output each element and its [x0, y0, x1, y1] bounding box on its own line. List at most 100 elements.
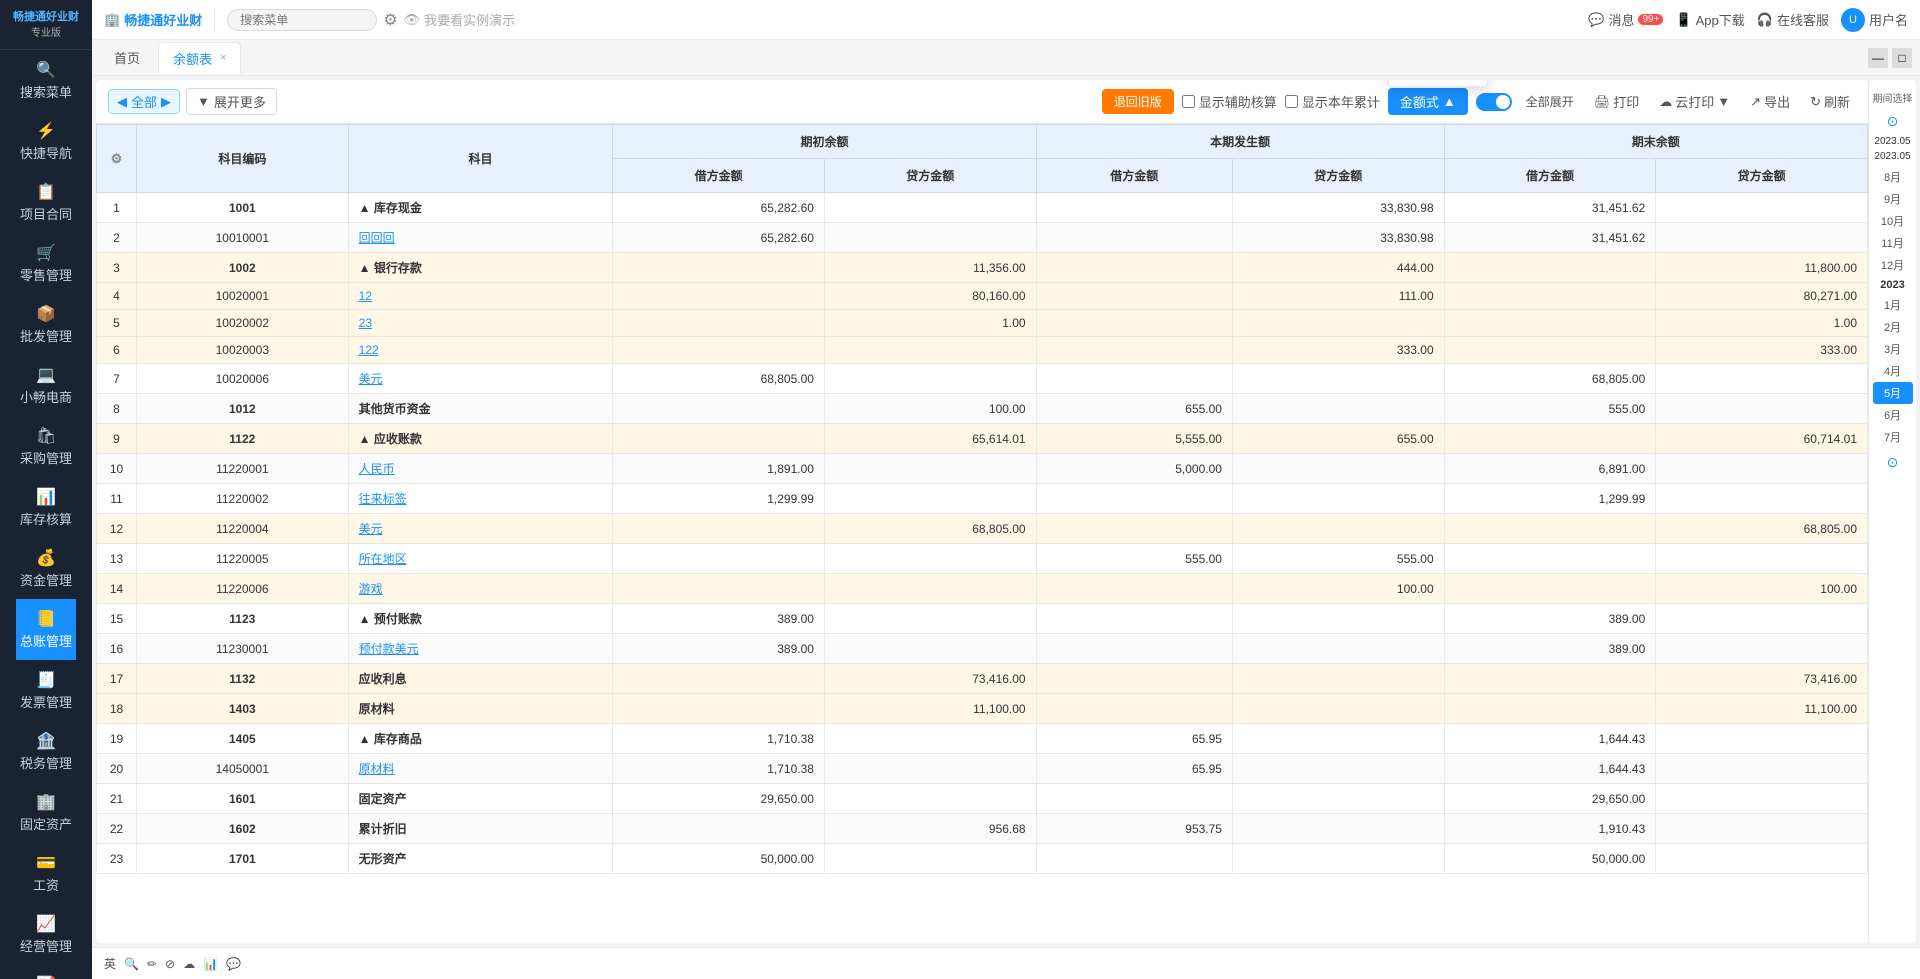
tab-home[interactable]: 首页 — [100, 42, 154, 73]
row-oc — [824, 337, 1036, 364]
bottom-chart[interactable]: 📊 — [203, 957, 218, 971]
row-pd — [1036, 514, 1232, 544]
row-num: 3 — [97, 253, 137, 283]
show-auxiliary-checkbox[interactable]: 显示辅助核算 — [1182, 92, 1277, 111]
minimize-button[interactable]: — — [1868, 48, 1888, 68]
table-row: 4100200011280,160.00111.0080,271.00 — [97, 283, 1868, 310]
row-name[interactable]: 往来标签 — [348, 484, 613, 514]
period-month-3[interactable]: 3月 — [1873, 338, 1913, 360]
period-month-6[interactable]: 6月 — [1873, 404, 1913, 426]
print-btn[interactable]: 🖨 打印 — [1588, 88, 1646, 115]
expand-all-label[interactable]: 全部展开 — [1520, 89, 1580, 114]
row-name[interactable]: 原材料 — [348, 754, 613, 784]
user-area[interactable]: U 用户名 — [1841, 8, 1908, 32]
sidebar-item-nav[interactable]: ⚡快捷导航 — [16, 111, 76, 172]
period-month-2023[interactable]: 2023 — [1873, 276, 1913, 294]
row-name[interactable]: 122 — [348, 337, 613, 364]
bottom-edit[interactable]: ✏ — [147, 957, 157, 971]
tab-balance[interactable]: 余额表× — [158, 42, 241, 74]
sidebar-item-inventory[interactable]: 📊库存核算 — [16, 477, 76, 538]
sidebar-item-wholesale[interactable]: 📦批发管理 — [16, 294, 76, 355]
maximize-button[interactable]: □ — [1892, 48, 1912, 68]
period-month-8[interactable]: 8月 — [1873, 166, 1913, 188]
row-name[interactable]: 美元 — [348, 364, 613, 394]
expand-all-toggle[interactable] — [1476, 93, 1512, 111]
expand-more-btn[interactable]: ▼ 展开更多 — [186, 88, 277, 115]
bottom-cloud[interactable]: ☁ — [183, 957, 195, 971]
period-month-12[interactable]: 12月 — [1873, 254, 1913, 276]
row-oc — [824, 574, 1036, 604]
download-btn[interactable]: 📱 App下载 — [1675, 10, 1744, 29]
mode-chevron-icon: ▲ — [1443, 94, 1456, 109]
table-settings-icon[interactable]: ⚙ — [111, 151, 123, 166]
row-name[interactable]: 12 — [348, 283, 613, 310]
sidebar-item-report[interactable]: 📝小畅报销 — [16, 965, 76, 979]
table-row: 151123▲ 预付账款389.00389.00 — [97, 604, 1868, 634]
sidebar-item-search[interactable]: 🔍搜索菜单 — [16, 50, 76, 111]
months-container: 8月9月10月11月12月20231月2月3月4月5月6月7月 — [1873, 166, 1913, 448]
mode-button[interactable]: 金额式 ▲ — [1388, 88, 1468, 115]
export-btn[interactable]: ↗ 导出 — [1744, 88, 1796, 115]
sidebar-icon-payroll: 💳 — [36, 853, 56, 873]
sidebar-label-assets: 固定资产 — [20, 814, 72, 833]
search-input[interactable] — [227, 9, 377, 31]
sidebar-item-capital[interactable]: 💰资金管理 — [16, 538, 76, 599]
bottom-search[interactable]: 🔍 — [124, 957, 139, 971]
cloud-print-btn[interactable]: ☁ 云打印 ▼ — [1653, 88, 1736, 115]
sidebar-label-inventory: 库存核算 — [20, 509, 72, 528]
sidebar-label-nav: 快捷导航 — [20, 143, 72, 162]
message-btn[interactable]: 💬 消息 99+ — [1588, 10, 1663, 29]
row-name[interactable]: 游戏 — [348, 574, 613, 604]
settings-gear-icon[interactable]: ⚙ — [383, 10, 397, 30]
bottom-lang[interactable]: 英 — [104, 955, 116, 972]
period-nav-up[interactable]: ⊙ — [1873, 111, 1913, 132]
return-old-btn[interactable]: 退回旧版 — [1102, 89, 1174, 114]
period-month-4[interactable]: 4月 — [1873, 360, 1913, 382]
period-month-10[interactable]: 10月 — [1873, 210, 1913, 232]
dropdown-item-qty_foreign[interactable]: 数量外币式 — [1389, 80, 1487, 86]
filter-tag[interactable]: ◀ 全部 ▶ — [108, 89, 180, 114]
ytd-checkbox-input[interactable] — [1285, 95, 1298, 108]
row-cc — [1656, 784, 1868, 814]
table-row: 171132应收利息73,416.0073,416.00 — [97, 664, 1868, 694]
sidebar-item-tax[interactable]: 🏦税务管理 — [16, 721, 76, 782]
sidebar-item-operations[interactable]: 📈经营管理 — [16, 904, 76, 965]
period-nav-down[interactable]: ⊙ — [1873, 452, 1913, 473]
row-name[interactable]: 人民币 — [348, 454, 613, 484]
period-month-9[interactable]: 9月 — [1873, 188, 1913, 210]
sidebar-item-ecom[interactable]: 💻小畅电商 — [16, 355, 76, 416]
tab-close-balance[interactable]: × — [220, 52, 226, 64]
service-btn[interactable]: 🎧 在线客服 — [1757, 10, 1829, 29]
row-name[interactable]: 预付款美元 — [348, 634, 613, 664]
filter-label: 全部 — [131, 92, 157, 111]
row-name[interactable]: 23 — [348, 310, 613, 337]
refresh-btn[interactable]: ↻ 刷新 — [1804, 88, 1856, 115]
auxiliary-checkbox-input[interactable] — [1182, 95, 1195, 108]
row-oc — [824, 784, 1036, 814]
row-name[interactable]: 回回回 — [348, 223, 613, 253]
sidebar-item-general[interactable]: 📒总账管理 — [16, 599, 76, 660]
row-name[interactable]: 美元 — [348, 514, 613, 544]
row-name[interactable]: 所在地区 — [348, 544, 613, 574]
bottom-chat[interactable]: 💬 — [226, 957, 241, 971]
sidebar-item-purchase[interactable]: 🛍采购管理 — [16, 416, 76, 477]
row-code: 10020003 — [137, 337, 349, 364]
sidebar-item-retail[interactable]: 🛒零售管理 — [16, 233, 76, 294]
demo-link[interactable]: 👁 我要看实例演示 — [404, 10, 516, 29]
sidebar-label-general: 总账管理 — [20, 631, 72, 650]
row-pc — [1232, 814, 1444, 844]
sidebar-item-payroll[interactable]: 💳工资 — [16, 843, 76, 904]
sidebar-item-contract[interactable]: 📋项目合同 — [16, 172, 76, 233]
period-month-1[interactable]: 1月 — [1873, 294, 1913, 316]
show-ytd-checkbox[interactable]: 显示本年累计 — [1285, 92, 1380, 111]
sidebar-item-invoice[interactable]: 🧾发票管理 — [16, 660, 76, 721]
period-month-11[interactable]: 11月 — [1873, 232, 1913, 254]
row-cc — [1656, 223, 1868, 253]
row-pd: 5,000.00 — [1036, 454, 1232, 484]
period-month-5[interactable]: 5月 — [1873, 382, 1913, 404]
period-month-7[interactable]: 7月 — [1873, 426, 1913, 448]
print-label: 打印 — [1613, 92, 1639, 111]
sidebar-item-assets[interactable]: 🏢固定资产 — [16, 782, 76, 843]
bottom-circle[interactable]: ⊘ — [165, 957, 175, 971]
period-month-2[interactable]: 2月 — [1873, 316, 1913, 338]
